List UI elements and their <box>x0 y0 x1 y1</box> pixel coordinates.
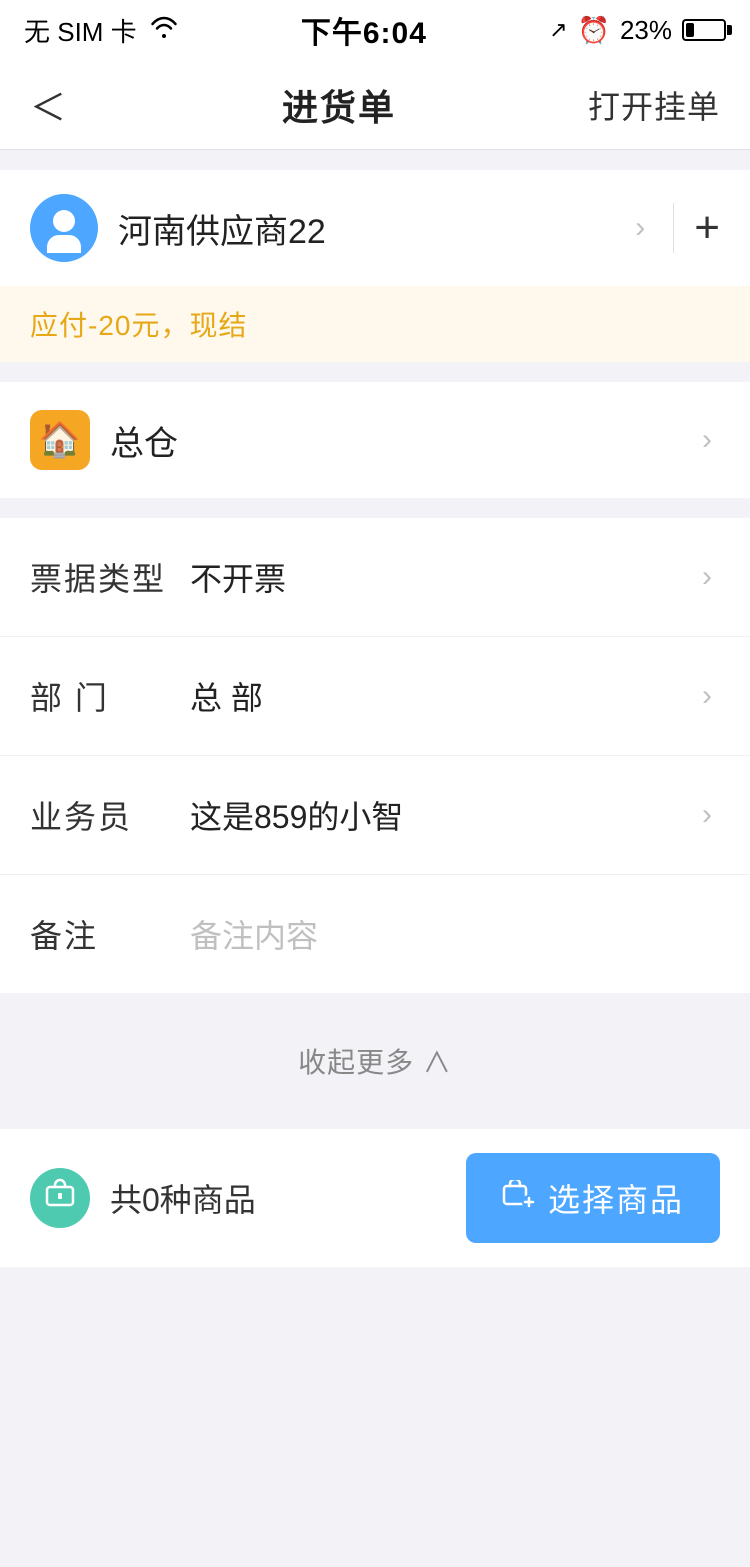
carrier-label: 无 SIM 卡 <box>24 12 137 49</box>
warehouse-chevron-icon: › <box>702 423 712 457</box>
location-icon: ↗ <box>549 17 567 43</box>
invoice-type-label: 票据类型 <box>30 554 170 600</box>
add-supplier-button[interactable]: + <box>694 203 720 253</box>
salesperson-row[interactable]: 业务员 这是859的小智 › <box>0 756 750 875</box>
wifi-icon <box>149 16 179 45</box>
battery-percentage: 23% <box>620 15 672 46</box>
bottom-fill <box>0 1267 750 1567</box>
warehouse-icon: 🏠 <box>30 410 90 470</box>
invoice-type-row[interactable]: 票据类型 不开票 › <box>0 518 750 637</box>
department-row[interactable]: 部 门 总 部 › <box>0 637 750 756</box>
status-left: 无 SIM 卡 <box>24 12 179 49</box>
supplier-chevron-icon: › <box>635 211 645 245</box>
supplier-row[interactable]: 河南供应商22 › + <box>0 170 750 286</box>
salesperson-value: 这是859的小智 <box>190 792 702 838</box>
department-value: 总 部 <box>190 673 702 719</box>
warning-banner: 应付-20元，现结 <box>0 286 750 362</box>
collapse-button[interactable]: 收起更多 ∧ <box>0 1013 750 1109</box>
salesperson-label: 业务员 <box>30 792 170 838</box>
remark-value[interactable]: 备注内容 <box>190 911 720 957</box>
product-count-label: 共0种商品 <box>110 1175 466 1221</box>
status-bar: 无 SIM 卡 下午6:04 ↗ ⏰ 23% <box>0 0 750 60</box>
warehouse-row[interactable]: 🏠 总仓 › <box>0 382 750 498</box>
status-right: ↗ ⏰ 23% <box>549 15 726 46</box>
cart-shape-icon <box>43 1177 77 1219</box>
remark-row[interactable]: 备注 备注内容 <box>0 875 750 993</box>
supplier-section: 河南供应商22 › + 应付-20元，现结 <box>0 170 750 362</box>
nav-bar: ＜ 进货单 打开挂单 <box>0 60 750 150</box>
select-goods-icon <box>502 1180 536 1217</box>
department-label: 部 门 <box>30 673 170 719</box>
supplier-avatar <box>30 194 98 262</box>
avatar-person-icon <box>46 210 82 246</box>
remark-label: 备注 <box>30 911 170 957</box>
open-pending-button[interactable]: 打开挂单 <box>588 82 720 128</box>
invoice-type-chevron-icon: › <box>702 560 712 594</box>
cart-icon <box>30 1168 90 1228</box>
warehouse-section: 🏠 总仓 › <box>0 382 750 498</box>
status-time: 下午6:04 <box>301 8 427 52</box>
supplier-name: 河南供应商22 <box>118 204 635 253</box>
page-title: 进货单 <box>282 79 396 131</box>
alarm-icon: ⏰ <box>578 15 610 46</box>
section-divider-1 <box>0 150 750 170</box>
invoice-type-value: 不开票 <box>190 554 702 600</box>
house-icon: 🏠 <box>39 420 81 460</box>
product-bar: 共0种商品 选择商品 <box>0 1129 750 1267</box>
warehouse-name: 总仓 <box>110 416 702 465</box>
battery-icon <box>682 19 726 41</box>
select-goods-button[interactable]: 选择商品 <box>466 1153 720 1243</box>
select-goods-label: 选择商品 <box>548 1175 684 1221</box>
back-button[interactable]: ＜ <box>30 79 90 131</box>
department-chevron-icon: › <box>702 679 712 713</box>
section-divider-2 <box>0 362 750 382</box>
salesperson-chevron-icon: › <box>702 798 712 832</box>
form-section: 票据类型 不开票 › 部 门 总 部 › 业务员 这是859的小智 › 备注 备… <box>0 518 750 993</box>
vertical-divider <box>673 203 674 253</box>
